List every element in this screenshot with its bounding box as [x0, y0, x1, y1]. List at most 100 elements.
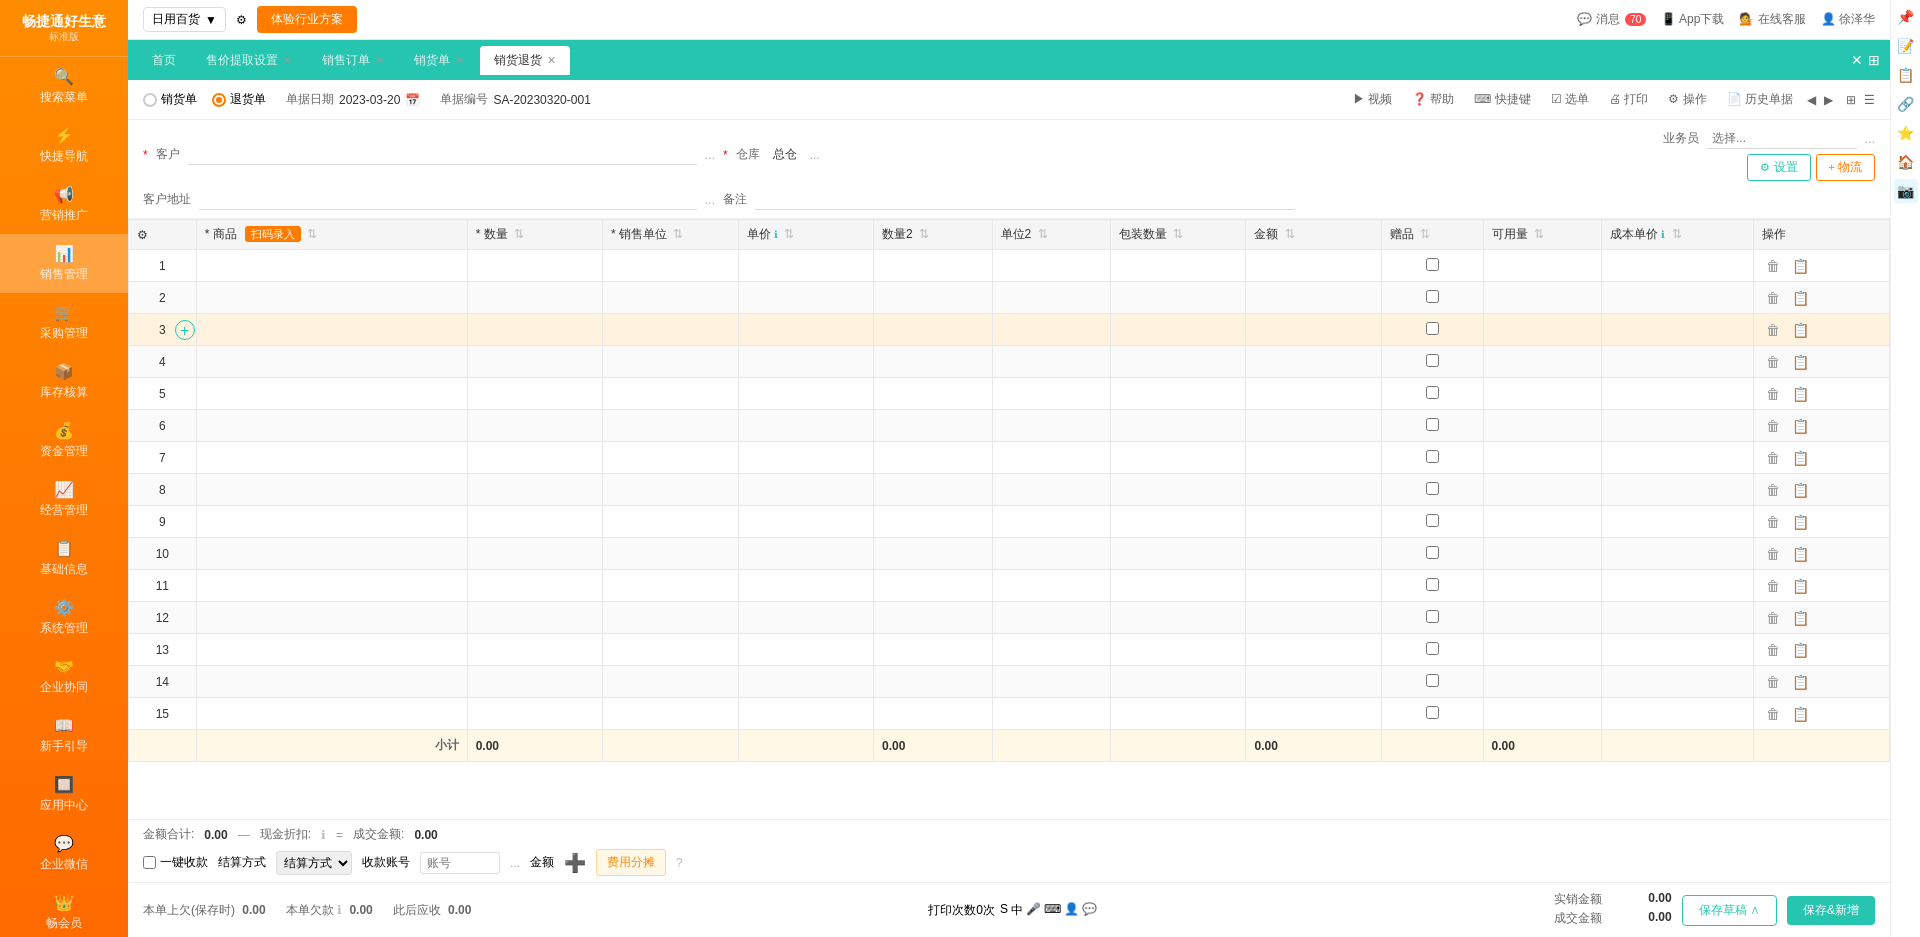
gift-checkbox-15[interactable]: [1426, 706, 1439, 719]
row-copy-11[interactable]: 📋: [1788, 576, 1813, 596]
account-input[interactable]: [420, 852, 500, 874]
warehouse-dots[interactable]: ...: [810, 148, 820, 162]
row-gift-9[interactable]: [1381, 506, 1483, 538]
row-pack-15[interactable]: [1111, 698, 1246, 730]
gift-checkbox-7[interactable]: [1426, 450, 1439, 463]
row-product-12[interactable]: [196, 602, 467, 634]
row-gift-1[interactable]: [1381, 250, 1483, 282]
select-btn[interactable]: ☑ 选单: [1545, 88, 1595, 111]
row-unit2-14[interactable]: [992, 666, 1111, 698]
right-panel-icon-1[interactable]: 📌: [1894, 5, 1918, 29]
user-avatar[interactable]: 👤 徐泽华: [1821, 11, 1875, 28]
close-tab-icon[interactable]: ✕: [1851, 52, 1863, 68]
row-pack-13[interactable]: [1111, 634, 1246, 666]
shortcut-btn[interactable]: ⌨ 快捷键: [1468, 88, 1536, 111]
save-draft-btn[interactable]: 保存草稿 ∧: [1682, 895, 1777, 926]
row-amount-3[interactable]: [1246, 314, 1381, 346]
row-qty-4[interactable]: [467, 346, 602, 378]
row-pack-5[interactable]: [1111, 378, 1246, 410]
print-btn[interactable]: 🖨 打印: [1603, 88, 1654, 111]
row-qty2-8[interactable]: [874, 474, 993, 506]
row-price-3[interactable]: [738, 314, 873, 346]
row-qty2-11[interactable]: [874, 570, 993, 602]
row-price-14[interactable]: [738, 666, 873, 698]
right-panel-icon-6[interactable]: 🏠: [1894, 150, 1918, 174]
row-avail-5[interactable]: [1483, 378, 1602, 410]
row-delete-3[interactable]: 🗑: [1762, 320, 1784, 340]
gift-checkbox-6[interactable]: [1426, 418, 1439, 431]
row-copy-2[interactable]: 📋: [1788, 288, 1813, 308]
gear-header-icon[interactable]: ⚙: [137, 228, 148, 242]
row-unit2-12[interactable]: [992, 602, 1111, 634]
sidebar-item-inventory[interactable]: 📦 库存核算: [0, 352, 128, 411]
row-amount-1[interactable]: [1246, 250, 1381, 282]
row-pack-6[interactable]: [1111, 410, 1246, 442]
nav-prev-icon[interactable]: ◀: [1807, 93, 1816, 107]
row-copy-12[interactable]: 📋: [1788, 608, 1813, 628]
row-gift-2[interactable]: [1381, 282, 1483, 314]
row-qty2-10[interactable]: [874, 538, 993, 570]
row-product-7[interactable]: [196, 442, 467, 474]
category-select[interactable]: 日用百货 ▼: [143, 7, 226, 32]
row-unit-5[interactable]: [603, 378, 738, 410]
row-unit-1[interactable]: [603, 250, 738, 282]
row-price-12[interactable]: [738, 602, 873, 634]
row-amount-12[interactable]: [1246, 602, 1381, 634]
row-gift-15[interactable]: [1381, 698, 1483, 730]
sidebar-item-search[interactable]: 🔍 搜索菜单: [0, 57, 128, 116]
row-product-13[interactable]: [196, 634, 467, 666]
row-delete-8[interactable]: 🗑: [1762, 480, 1784, 500]
row-product-11[interactable]: [196, 570, 467, 602]
tab-home[interactable]: 首页: [138, 46, 190, 75]
row-pack-14[interactable]: [1111, 666, 1246, 698]
row-product-2[interactable]: [196, 282, 467, 314]
row-avail-13[interactable]: [1483, 634, 1602, 666]
row-copy-8[interactable]: 📋: [1788, 480, 1813, 500]
row-cost-10[interactable]: [1602, 538, 1754, 570]
address-dots[interactable]: ...: [705, 193, 715, 207]
row-gift-3[interactable]: [1381, 314, 1483, 346]
row-pack-4[interactable]: [1111, 346, 1246, 378]
row-pack-3[interactable]: [1111, 314, 1246, 346]
right-panel-icon-7[interactable]: 📷: [1894, 179, 1918, 203]
row-qty-6[interactable]: [467, 410, 602, 442]
sidebar-item-purchase[interactable]: 🛒 采购管理: [0, 293, 128, 352]
row-gift-11[interactable]: [1381, 570, 1483, 602]
row-product-1[interactable]: [196, 250, 467, 282]
row-unit-11[interactable]: [603, 570, 738, 602]
row-price-9[interactable]: [738, 506, 873, 538]
row-gift-4[interactable]: [1381, 346, 1483, 378]
amount-sort-icon[interactable]: ⇅: [1285, 227, 1295, 241]
row-unit-6[interactable]: [603, 410, 738, 442]
row-unit-10[interactable]: [603, 538, 738, 570]
pack-sort-icon[interactable]: ⇅: [1173, 227, 1183, 241]
row-copy-3[interactable]: 📋: [1788, 320, 1813, 340]
row-cost-12[interactable]: [1602, 602, 1754, 634]
row-price-8[interactable]: [738, 474, 873, 506]
split-btn[interactable]: 费用分摊: [596, 849, 666, 876]
row-qty2-1[interactable]: [874, 250, 993, 282]
row-product-10[interactable]: [196, 538, 467, 570]
row-delete-4[interactable]: 🗑: [1762, 352, 1784, 372]
row-cost-11[interactable]: [1602, 570, 1754, 602]
row-delete-11[interactable]: 🗑: [1762, 576, 1784, 596]
row-copy-15[interactable]: 📋: [1788, 704, 1813, 724]
row-qty2-6[interactable]: [874, 410, 993, 442]
grid-view-icon[interactable]: ⊞: [1846, 93, 1856, 107]
row-unit-14[interactable]: [603, 666, 738, 698]
row-pack-12[interactable]: [1111, 602, 1246, 634]
tab-sales-order-close[interactable]: ✕: [375, 54, 384, 67]
row-pack-10[interactable]: [1111, 538, 1246, 570]
gift-checkbox-11[interactable]: [1426, 578, 1439, 591]
help-btn[interactable]: ❓ 帮助: [1406, 88, 1460, 111]
row-qty2-9[interactable]: [874, 506, 993, 538]
row-copy-9[interactable]: 📋: [1788, 512, 1813, 532]
row-qty-15[interactable]: [467, 698, 602, 730]
sidebar-item-member[interactable]: 👑 畅会员: [0, 883, 128, 937]
add-row-btn[interactable]: +: [175, 320, 195, 340]
unit2-sort-icon[interactable]: ⇅: [1038, 227, 1048, 241]
sidebar-item-shortcut[interactable]: ⚡ 快捷导航: [0, 116, 128, 175]
tab-price-extract[interactable]: 售价提取设置 ✕: [192, 46, 306, 75]
row-price-15[interactable]: [738, 698, 873, 730]
gift-checkbox-10[interactable]: [1426, 546, 1439, 559]
